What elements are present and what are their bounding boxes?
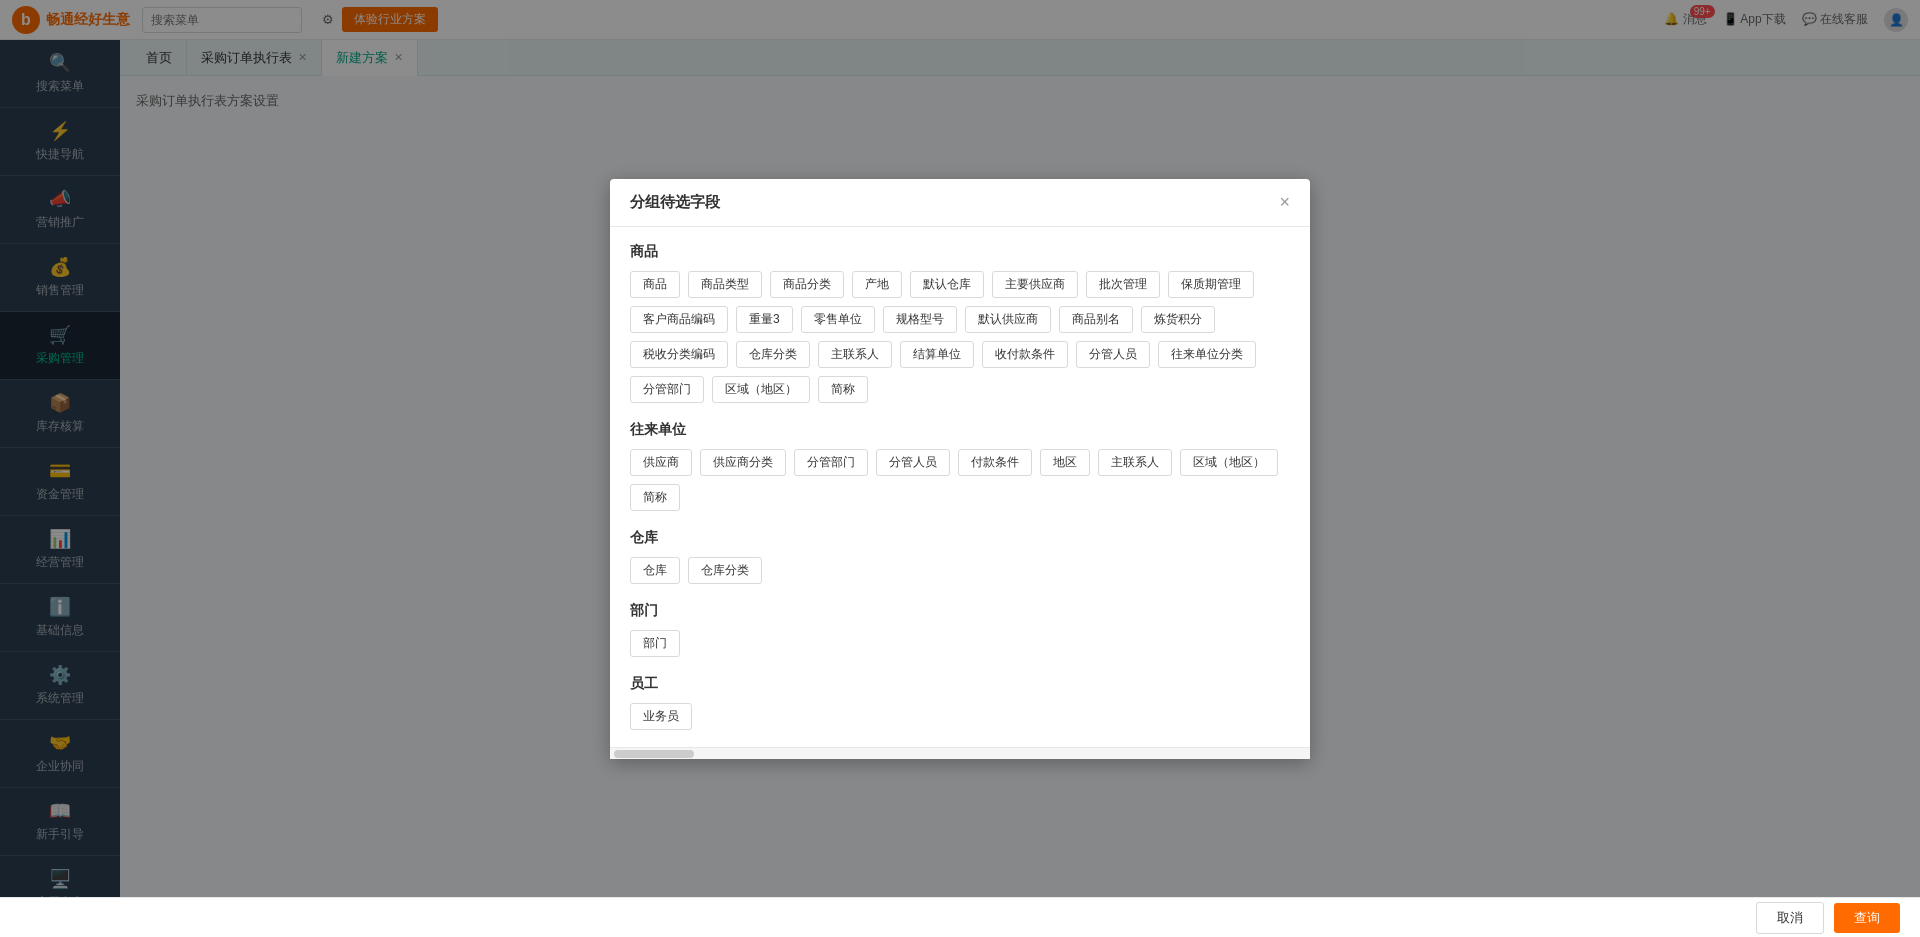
field-tag[interactable]: 主要供应商 — [992, 271, 1078, 298]
field-tag[interactable]: 规格型号 — [883, 306, 957, 333]
field-tag[interactable]: 往来单位分类 — [1158, 341, 1256, 368]
field-tag[interactable]: 区域（地区） — [712, 376, 810, 403]
field-tag[interactable]: 简称 — [818, 376, 868, 403]
field-tag[interactable]: 部门 — [630, 630, 680, 657]
modal-overlay: 分组待选字段 × 商品 商品 商品类型 商品分类 产地 默认仓库 主要供应商 批… — [0, 0, 1920, 937]
field-tag-salesperson[interactable]: 业务员 — [630, 703, 692, 730]
field-group-product-title: 商品 — [630, 243, 1290, 261]
field-tag[interactable]: 重量3 — [736, 306, 793, 333]
field-tag[interactable]: 分管部门 — [630, 376, 704, 403]
modal-body: 商品 商品 商品类型 商品分类 产地 默认仓库 主要供应商 批次管理 保质期管理… — [610, 227, 1310, 747]
field-tag[interactable]: 仓库分类 — [688, 557, 762, 584]
field-tag[interactable]: 商品别名 — [1059, 306, 1133, 333]
field-tag[interactable]: 客户商品编码 — [630, 306, 728, 333]
field-group-employee-title: 员工 — [630, 675, 1290, 693]
field-tag[interactable]: 商品类型 — [688, 271, 762, 298]
field-tag[interactable]: 默认仓库 — [910, 271, 984, 298]
field-tag[interactable]: 税收分类编码 — [630, 341, 728, 368]
field-tag[interactable]: 供应商分类 — [700, 449, 786, 476]
field-tags-warehouse: 仓库 仓库分类 — [630, 557, 1290, 584]
hscroll-thumb — [614, 750, 694, 758]
field-group-department: 部门 部门 — [630, 602, 1290, 657]
field-group-product: 商品 商品 商品类型 商品分类 产地 默认仓库 主要供应商 批次管理 保质期管理… — [630, 243, 1290, 403]
field-tag[interactable]: 炼货积分 — [1141, 306, 1215, 333]
field-tag[interactable]: 供应商 — [630, 449, 692, 476]
field-tags-product: 商品 商品类型 商品分类 产地 默认仓库 主要供应商 批次管理 保质期管理 客户… — [630, 271, 1290, 403]
field-tag[interactable]: 分管人员 — [1076, 341, 1150, 368]
field-tag[interactable]: 付款条件 — [958, 449, 1032, 476]
field-tag[interactable]: 收付款条件 — [982, 341, 1068, 368]
modal-horizontal-scrollbar[interactable] — [610, 747, 1310, 759]
field-group-counterpart-title: 往来单位 — [630, 421, 1290, 439]
field-group-warehouse: 仓库 仓库 仓库分类 — [630, 529, 1290, 584]
field-tag[interactable]: 主联系人 — [818, 341, 892, 368]
field-tags-counterpart: 供应商 供应商分类 分管部门 分管人员 付款条件 地区 主联系人 区域（地区） … — [630, 449, 1290, 511]
field-tag[interactable]: 地区 — [1040, 449, 1090, 476]
field-tag[interactable]: 仓库分类 — [736, 341, 810, 368]
field-tags-department: 部门 — [630, 630, 1290, 657]
field-tag[interactable]: 保质期管理 — [1168, 271, 1254, 298]
field-tags-employee: 业务员 — [630, 703, 1290, 730]
bottom-bar: 取消 查询 — [0, 897, 1920, 937]
field-tag[interactable]: 结算单位 — [900, 341, 974, 368]
field-tag[interactable]: 简称 — [630, 484, 680, 511]
modal-title: 分组待选字段 — [630, 193, 720, 212]
field-group-employee: 员工 业务员 — [630, 675, 1290, 730]
modal-header: 分组待选字段 × — [610, 179, 1310, 227]
field-tag[interactable]: 商品 — [630, 271, 680, 298]
field-tag[interactable]: 默认供应商 — [965, 306, 1051, 333]
field-tag[interactable]: 批次管理 — [1086, 271, 1160, 298]
field-tag[interactable]: 仓库 — [630, 557, 680, 584]
field-tag[interactable]: 分管人员 — [876, 449, 950, 476]
field-tag[interactable]: 区域（地区） — [1180, 449, 1278, 476]
field-group-counterpart: 往来单位 供应商 供应商分类 分管部门 分管人员 付款条件 地区 主联系人 区域… — [630, 421, 1290, 511]
field-group-department-title: 部门 — [630, 602, 1290, 620]
field-group-warehouse-title: 仓库 — [630, 529, 1290, 547]
confirm-button[interactable]: 查询 — [1834, 903, 1900, 933]
field-select-modal: 分组待选字段 × 商品 商品 商品类型 商品分类 产地 默认仓库 主要供应商 批… — [610, 179, 1310, 759]
field-tag[interactable]: 主联系人 — [1098, 449, 1172, 476]
modal-close-btn[interactable]: × — [1279, 193, 1290, 211]
field-tag[interactable]: 零售单位 — [801, 306, 875, 333]
field-tag[interactable]: 产地 — [852, 271, 902, 298]
cancel-button[interactable]: 取消 — [1756, 902, 1824, 934]
field-tag[interactable]: 分管部门 — [794, 449, 868, 476]
field-tag[interactable]: 商品分类 — [770, 271, 844, 298]
